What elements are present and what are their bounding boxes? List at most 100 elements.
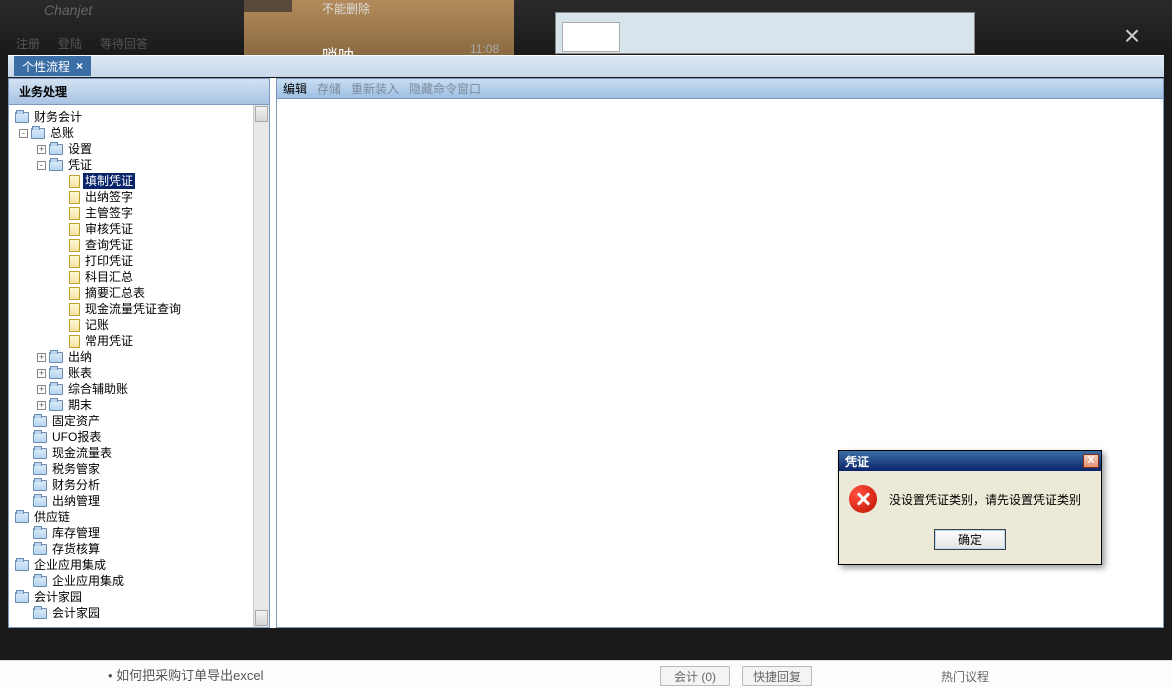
- tree-node[interactable]: 科目汇总: [11, 269, 267, 285]
- tree-label: 打印凭证: [83, 253, 135, 269]
- tree-label: 出纳: [66, 349, 94, 365]
- tree-node[interactable]: + 账表: [11, 365, 267, 381]
- folder-icon: [33, 464, 47, 475]
- footer-box[interactable]: 热门议程: [930, 666, 1000, 686]
- bottom-strip: • 如何把采购订单导出excel 会计 (0) 快捷回复 热门议程: [0, 660, 1172, 690]
- ok-button[interactable]: 确定: [934, 529, 1006, 550]
- file-icon: [69, 287, 80, 300]
- tree-node[interactable]: 查询凭证: [11, 237, 267, 253]
- folder-icon: [31, 128, 45, 139]
- file-icon: [69, 255, 80, 268]
- tree-node-selected[interactable]: 填制凭证: [11, 173, 267, 189]
- collapse-icon[interactable]: -: [19, 129, 28, 138]
- tree-label: 固定资产: [50, 413, 102, 429]
- tree-node[interactable]: + 出纳: [11, 349, 267, 365]
- tree-node[interactable]: - 总账: [11, 125, 267, 141]
- mini-window-inner: [562, 22, 620, 52]
- tab-strip: [8, 55, 1164, 77]
- tree-node[interactable]: 企业应用集成: [11, 557, 267, 573]
- bd-btn[interactable]: 登陆: [58, 35, 82, 52]
- tree-node[interactable]: 税务管家: [11, 461, 267, 477]
- tree-label: 记账: [83, 317, 111, 333]
- tree-label: 出纳管理: [50, 493, 102, 509]
- file-icon: [69, 207, 80, 220]
- tree-node[interactable]: 固定资产: [11, 413, 267, 429]
- collapse-icon[interactable]: -: [37, 161, 46, 170]
- tree-node[interactable]: 记账: [11, 317, 267, 333]
- expand-icon[interactable]: +: [37, 145, 46, 154]
- tree-label: 账表: [66, 365, 94, 381]
- dialog-close-icon[interactable]: X: [1083, 454, 1099, 468]
- expand-icon[interactable]: +: [37, 369, 46, 378]
- chat-time: 11:08: [470, 42, 499, 56]
- tree-node[interactable]: 现金流量凭证查询: [11, 301, 267, 317]
- folder-icon: [33, 496, 47, 507]
- footer-box[interactable]: 会计 (0): [660, 666, 730, 686]
- folder-icon: [49, 384, 63, 395]
- bd-btn[interactable]: 注册: [16, 35, 40, 52]
- tree-node[interactable]: +综合辅助账: [11, 381, 267, 397]
- tree-node[interactable]: 审核凭证: [11, 221, 267, 237]
- folder-icon: [33, 576, 47, 587]
- file-icon: [69, 175, 80, 188]
- chat-hint: 不能删除: [322, 0, 370, 17]
- tree-node[interactable]: 会计家园: [11, 589, 267, 605]
- footer-box[interactable]: 快捷回复: [742, 666, 812, 686]
- tree-label: 会计家园: [50, 605, 102, 621]
- tab-close-icon[interactable]: ×: [76, 59, 83, 73]
- footer-text[interactable]: • 如何把采购订单导出excel: [108, 665, 264, 684]
- brand-logo: Chanjet: [44, 2, 92, 18]
- expand-icon[interactable]: +: [37, 385, 46, 394]
- menu-edit[interactable]: 编辑: [283, 80, 307, 97]
- folder-icon: [33, 544, 47, 555]
- folder-icon: [33, 608, 47, 619]
- tree-node[interactable]: - 凭证: [11, 157, 267, 173]
- tree-label: 供应链: [32, 509, 72, 525]
- tree-node[interactable]: 会计家园: [11, 605, 267, 621]
- tree-node[interactable]: 出纳管理: [11, 493, 267, 509]
- tree-label: 财务会计: [32, 109, 84, 125]
- folder-icon: [49, 144, 63, 155]
- tree-node[interactable]: 打印凭证: [11, 253, 267, 269]
- folder-icon: [15, 512, 29, 523]
- folder-icon: [15, 112, 29, 123]
- file-icon: [69, 319, 80, 332]
- tab-active[interactable]: 个性流程 ×: [14, 56, 91, 76]
- scrollbar[interactable]: [253, 105, 269, 627]
- menu-save: 存储: [317, 80, 341, 97]
- tree-node[interactable]: 出纳签字: [11, 189, 267, 205]
- tree-label: 库存管理: [50, 525, 102, 541]
- tree-node[interactable]: 摘要汇总表: [11, 285, 267, 301]
- tree-node[interactable]: 财务分析: [11, 477, 267, 493]
- file-icon: [69, 303, 80, 316]
- tree-label: 常用凭证: [83, 333, 135, 349]
- tree-node[interactable]: UFO报表: [11, 429, 267, 445]
- backdrop-buttons: 注册 登陆 等待回答: [16, 35, 148, 52]
- tree-node[interactable]: 存货核算: [11, 541, 267, 557]
- nav-tree[interactable]: 财务会计 - 总账 +设置 - 凭证 填制凭证 出纳签字 主管签字 审核凭证 查询凭…: [9, 105, 269, 627]
- file-icon: [69, 239, 80, 252]
- tree-label: 凭证: [66, 157, 94, 173]
- tree-node[interactable]: 企业应用集成: [11, 573, 267, 589]
- tree-label: 填制凭证: [83, 173, 135, 189]
- tree-label: UFO报表: [50, 429, 103, 445]
- close-icon[interactable]: ×: [1112, 22, 1152, 54]
- tree-node[interactable]: +期末: [11, 397, 267, 413]
- bd-btn[interactable]: 等待回答: [100, 35, 148, 52]
- tree-label: 现金流量凭证查询: [83, 301, 183, 317]
- tree-node[interactable]: +设置: [11, 141, 267, 157]
- tree-label: 查询凭证: [83, 237, 135, 253]
- folder-icon: [49, 160, 63, 171]
- tree-label: 总账: [48, 125, 76, 141]
- expand-icon[interactable]: +: [37, 401, 46, 410]
- dialog-titlebar[interactable]: 凭证 X: [839, 451, 1101, 471]
- expand-icon[interactable]: +: [37, 353, 46, 362]
- tree-node[interactable]: 库存管理: [11, 525, 267, 541]
- menu-hide-cmd: 隐藏命令窗口: [409, 80, 481, 97]
- file-icon: [69, 335, 80, 348]
- tree-node[interactable]: 主管签字: [11, 205, 267, 221]
- tree-node[interactable]: 现金流量表: [11, 445, 267, 461]
- tree-node[interactable]: 常用凭证: [11, 333, 267, 349]
- tree-node[interactable]: 财务会计: [11, 109, 267, 125]
- tree-node[interactable]: 供应链: [11, 509, 267, 525]
